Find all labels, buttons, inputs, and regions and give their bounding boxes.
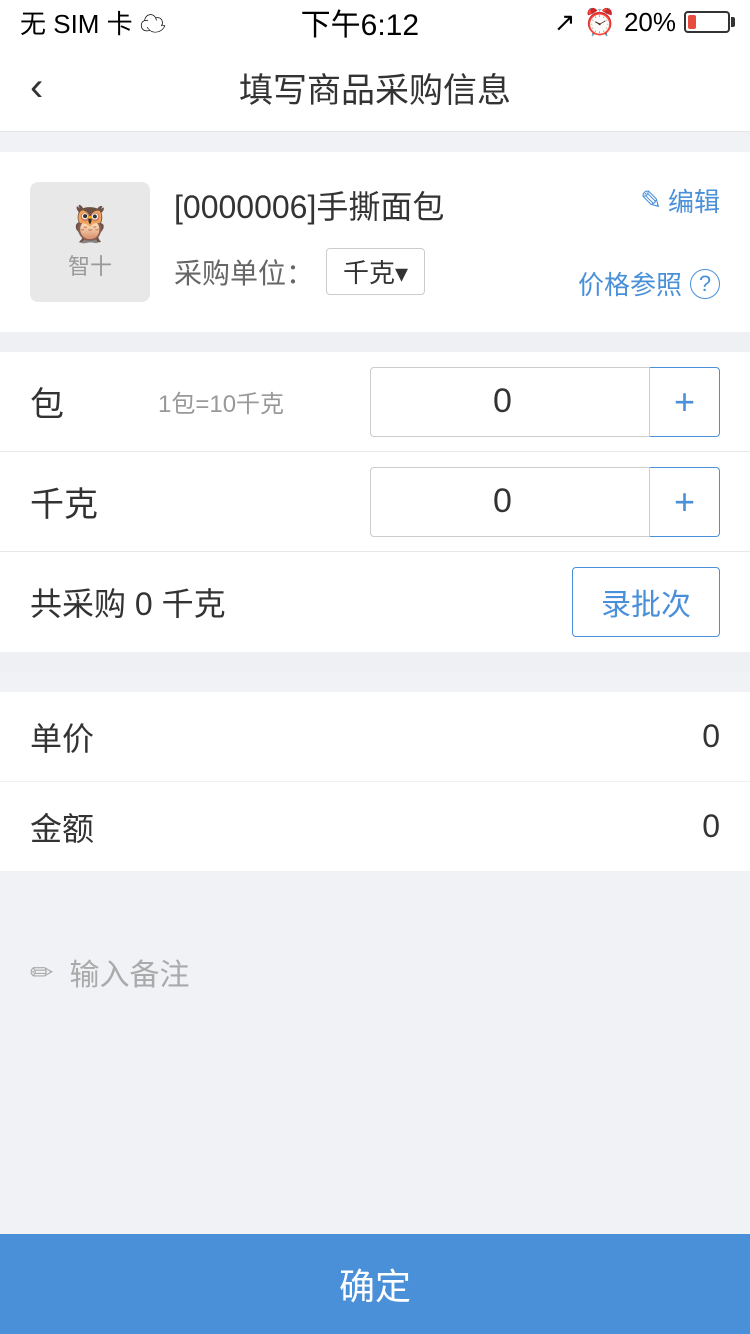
price-info-section: 单价 0 金额 0 [0, 692, 750, 872]
pencil-icon: ✏ [30, 956, 53, 989]
edit-icon: ✎ [640, 185, 662, 216]
bag-input-section: 包 1包=10千克 + [0, 352, 750, 452]
edit-button[interactable]: ✎ 编辑 [640, 182, 720, 219]
location-icon: ↗ [554, 7, 576, 38]
edit-label: 编辑 [668, 182, 720, 219]
kg-input-row: 千克 + [0, 452, 750, 552]
bag-plus-button[interactable]: + [650, 367, 720, 437]
amount-value: 0 [702, 808, 720, 845]
product-id: [0000006] [174, 189, 316, 225]
product-thumbnail: 🦉 智十 [30, 182, 150, 302]
thumb-label: 智十 [68, 249, 112, 281]
confirm-button[interactable]: 确定 [0, 1234, 750, 1334]
summary-row: 共采购 0 千克 录批次 [0, 552, 750, 652]
divider-1 [0, 332, 750, 352]
alarm-icon: ⏰ [584, 7, 616, 38]
product-name: [0000006]手撕面包 [174, 182, 720, 228]
product-thumb-icon: 🦉 [68, 203, 113, 245]
price-ref-label: 价格参照 [578, 265, 682, 302]
battery-percent: 20% [624, 7, 676, 38]
page-title: 填写商品采购信息 [239, 63, 511, 112]
bag-input-wrap: + [284, 367, 720, 437]
divider-2 [0, 652, 750, 672]
kg-input-wrap: + [150, 467, 720, 537]
product-title: 手撕面包 [316, 189, 444, 225]
status-left: 无 SIM 卡 ☁ [20, 4, 166, 41]
unit-select-dropdown[interactable]: 千克▾ [326, 248, 425, 295]
unit-label: 采购单位： [174, 252, 314, 292]
summary-text: 共采购 0 千克 [30, 579, 226, 625]
nav-bar: ‹ 填写商品采购信息 [0, 44, 750, 132]
unit-price-label: 单价 [30, 714, 94, 760]
battery-icon [684, 11, 730, 33]
bag-sub-label: 1包=10千克 [158, 384, 284, 419]
bag-number-input[interactable] [370, 367, 650, 437]
battery-fill [688, 15, 696, 29]
back-button[interactable]: ‹ [30, 65, 43, 110]
status-time: 下午6:12 [301, 0, 419, 44]
bottom-space [0, 1072, 750, 1172]
kg-label: 千克 [30, 477, 150, 526]
batch-button[interactable]: 录批次 [572, 567, 720, 637]
kg-input-section: 千克 + [0, 452, 750, 552]
status-right: ↗ ⏰ 20% [554, 7, 730, 38]
unit-price-row: 单价 0 [0, 692, 750, 782]
amount-label: 金额 [30, 804, 94, 850]
amount-row: 金额 0 [0, 782, 750, 872]
product-card: 🦉 智十 [0000006]手撕面包 采购单位： 千克▾ ✎ 编辑 价格参照 ? [0, 152, 750, 332]
bag-input-row: 包 1包=10千克 + [0, 352, 750, 452]
status-bar: 无 SIM 卡 ☁ 下午6:12 ↗ ⏰ 20% [0, 0, 750, 44]
kg-number-input[interactable] [370, 467, 650, 537]
kg-plus-button[interactable]: + [650, 467, 720, 537]
price-ref-button[interactable]: 价格参照 ? [578, 265, 720, 302]
unit-price-value: 0 [702, 718, 720, 755]
bag-label: 包 [30, 377, 150, 426]
price-ref-icon: ? [690, 269, 720, 299]
notes-section[interactable]: ✏ 输入备注 [0, 872, 750, 1072]
sim-status: 无 SIM 卡 ☁ [20, 4, 166, 41]
notes-placeholder: 输入备注 [69, 950, 189, 994]
